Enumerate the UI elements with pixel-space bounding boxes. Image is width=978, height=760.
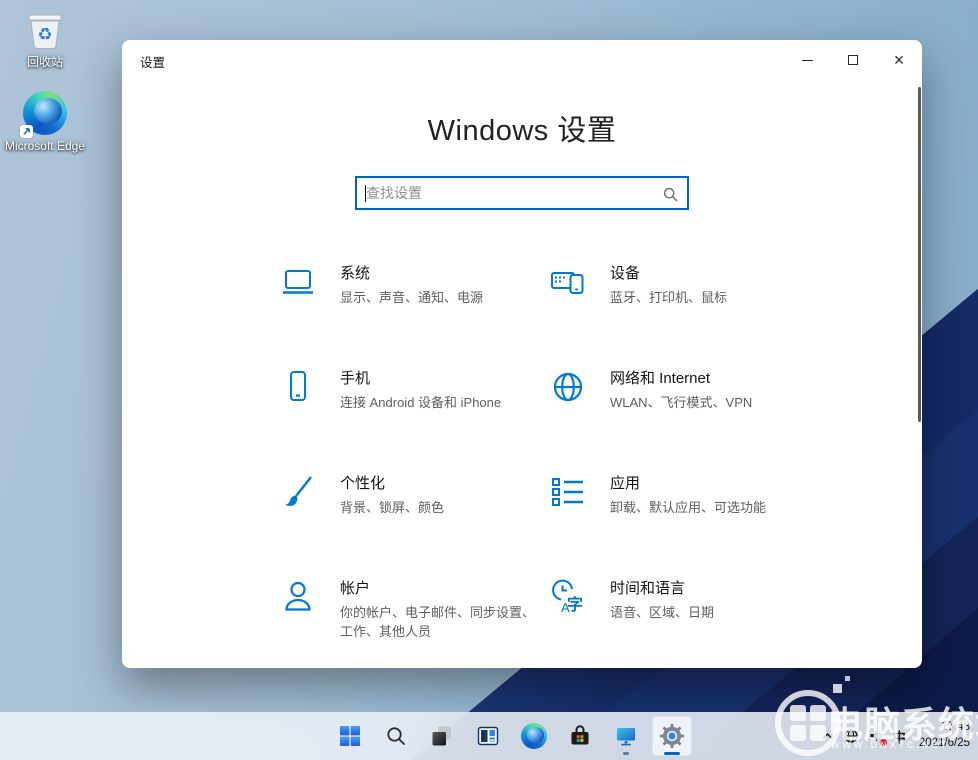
taskbar-edge-button[interactable] [514, 716, 554, 756]
settings-search-box [355, 176, 689, 210]
tile-title: 个性化 [340, 475, 386, 492]
tile-subtitle: 你的帐户、电子邮件、同步设置、工作、其他人员 [340, 604, 536, 640]
desktop-icon-area: ♻ 回收站 Microsoft Edge [4, 6, 86, 154]
edge-shortcut[interactable]: Microsoft Edge [4, 90, 86, 154]
running-indicator [623, 752, 629, 755]
start-button[interactable] [330, 716, 370, 756]
tile-network[interactable]: 网络和 Internet WLAN、飞行模式、VPN [548, 363, 818, 468]
minimize-button[interactable] [784, 40, 830, 80]
task-view-button[interactable] [422, 716, 462, 756]
text-caret [365, 185, 366, 202]
store-button[interactable] [560, 716, 600, 756]
person-icon [285, 581, 311, 611]
search-icon [387, 727, 405, 745]
tile-accounts[interactable]: 帐户 你的帐户、电子邮件、同步设置、工作、其他人员 [278, 573, 548, 678]
system-tray: 中 17:48 2021/6/25 [821, 712, 970, 760]
clock-language-icon: A 字 [552, 579, 583, 615]
tile-apps[interactable]: 应用 卸载、默认应用、可选功能 [548, 468, 818, 573]
input-method-indicator[interactable]: 中 [893, 727, 906, 746]
widgets-button[interactable] [468, 716, 508, 756]
tile-title: 设备 [610, 265, 641, 282]
settings-category-grid: 系统 显示、声音、通知、电源 设备 蓝牙、打印机、鼠标 手机 连接 Androi… [278, 258, 922, 678]
minimize-icon [801, 59, 813, 61]
tile-subtitle: 背景、锁屏、颜色 [340, 499, 445, 515]
edge-icon [521, 723, 547, 749]
active-indicator [664, 752, 680, 755]
taskbar-settings-button[interactable] [652, 716, 692, 756]
tile-title: 系统 [340, 265, 371, 282]
paintbrush-icon [285, 476, 312, 506]
taskbar-search-button[interactable] [376, 716, 416, 756]
volume-icon[interactable] [868, 728, 887, 746]
tile-devices[interactable]: 设备 蓝牙、打印机、鼠标 [548, 258, 818, 363]
search-icon[interactable] [663, 187, 678, 207]
shortcut-arrow-icon [20, 125, 33, 138]
tray-date: 2021/6/25 [918, 737, 970, 749]
tile-subtitle: 语音、区域、日期 [610, 604, 715, 620]
maximize-button[interactable] [830, 40, 876, 80]
close-icon: × [893, 50, 905, 70]
tile-subtitle: WLAN、飞行模式、VPN [610, 394, 753, 410]
store-bag-icon [571, 725, 589, 745]
window-titlebar: 设置 × [122, 40, 922, 80]
tile-title: 网络和 Internet [610, 370, 711, 387]
edge-shortcut-label: Microsoft Edge [4, 139, 86, 153]
taskbar: 中 17:48 2021/6/25 [0, 712, 978, 760]
tile-personalization[interactable]: 个性化 背景、锁屏、颜色 [278, 468, 548, 573]
tile-subtitle: 显示、声音、通知、电源 [340, 289, 484, 305]
tile-system[interactable]: 系统 显示、声音、通知、电源 [278, 258, 548, 363]
window-title: 设置 [140, 56, 166, 70]
network-icon[interactable] [843, 728, 859, 744]
laptop-icon [283, 270, 313, 294]
tile-title: 手机 [340, 370, 371, 387]
recycle-bin-icon: ♻ [22, 6, 68, 52]
search-input[interactable] [357, 178, 687, 208]
tile-phone[interactable]: 手机 连接 Android 设备和 iPhone [278, 363, 548, 468]
tile-title: 帐户 [340, 580, 371, 597]
tile-title: 时间和语言 [610, 580, 686, 597]
svg-text:字: 字 [567, 595, 583, 614]
tile-time-language[interactable]: A 字 时间和语言 语音、区域、日期 [548, 573, 818, 678]
monitor-icon [617, 728, 635, 746]
monitor-app-button[interactable] [606, 716, 646, 756]
gear-icon [659, 723, 685, 749]
recycle-bin-shortcut[interactable]: ♻ 回收站 [4, 6, 86, 70]
task-view-icon [432, 726, 451, 746]
maximize-icon [848, 55, 858, 65]
svg-text:♻: ♻ [37, 25, 52, 44]
windows-logo-icon [340, 726, 360, 746]
phone-icon [290, 371, 306, 401]
page-title: Windows 设置 [427, 115, 617, 147]
notification-badge [879, 739, 887, 746]
taskbar-clock[interactable]: 17:48 2021/6/25 [919, 720, 970, 751]
settings-window: 设置 × Windows 设置 系统 显示、声音、通知、电源 [122, 40, 922, 668]
tile-subtitle: 蓝牙、打印机、鼠标 [610, 289, 728, 305]
edge-icon [20, 90, 68, 138]
tile-title: 应用 [610, 475, 641, 492]
app-list-icon [552, 478, 583, 506]
keyboard-phone-icon [551, 272, 584, 294]
tile-subtitle: 连接 Android 设备和 iPhone [340, 394, 502, 410]
window-scrollbar[interactable] [918, 87, 921, 422]
hidden-icons-chevron[interactable] [821, 731, 834, 741]
tile-subtitle: 卸载、默认应用、可选功能 [610, 499, 767, 515]
close-button[interactable]: × [876, 40, 922, 80]
recycle-bin-label: 回收站 [26, 55, 63, 69]
widgets-icon [477, 726, 499, 746]
globe-icon [553, 372, 583, 402]
tray-time: 17:48 [941, 721, 970, 734]
